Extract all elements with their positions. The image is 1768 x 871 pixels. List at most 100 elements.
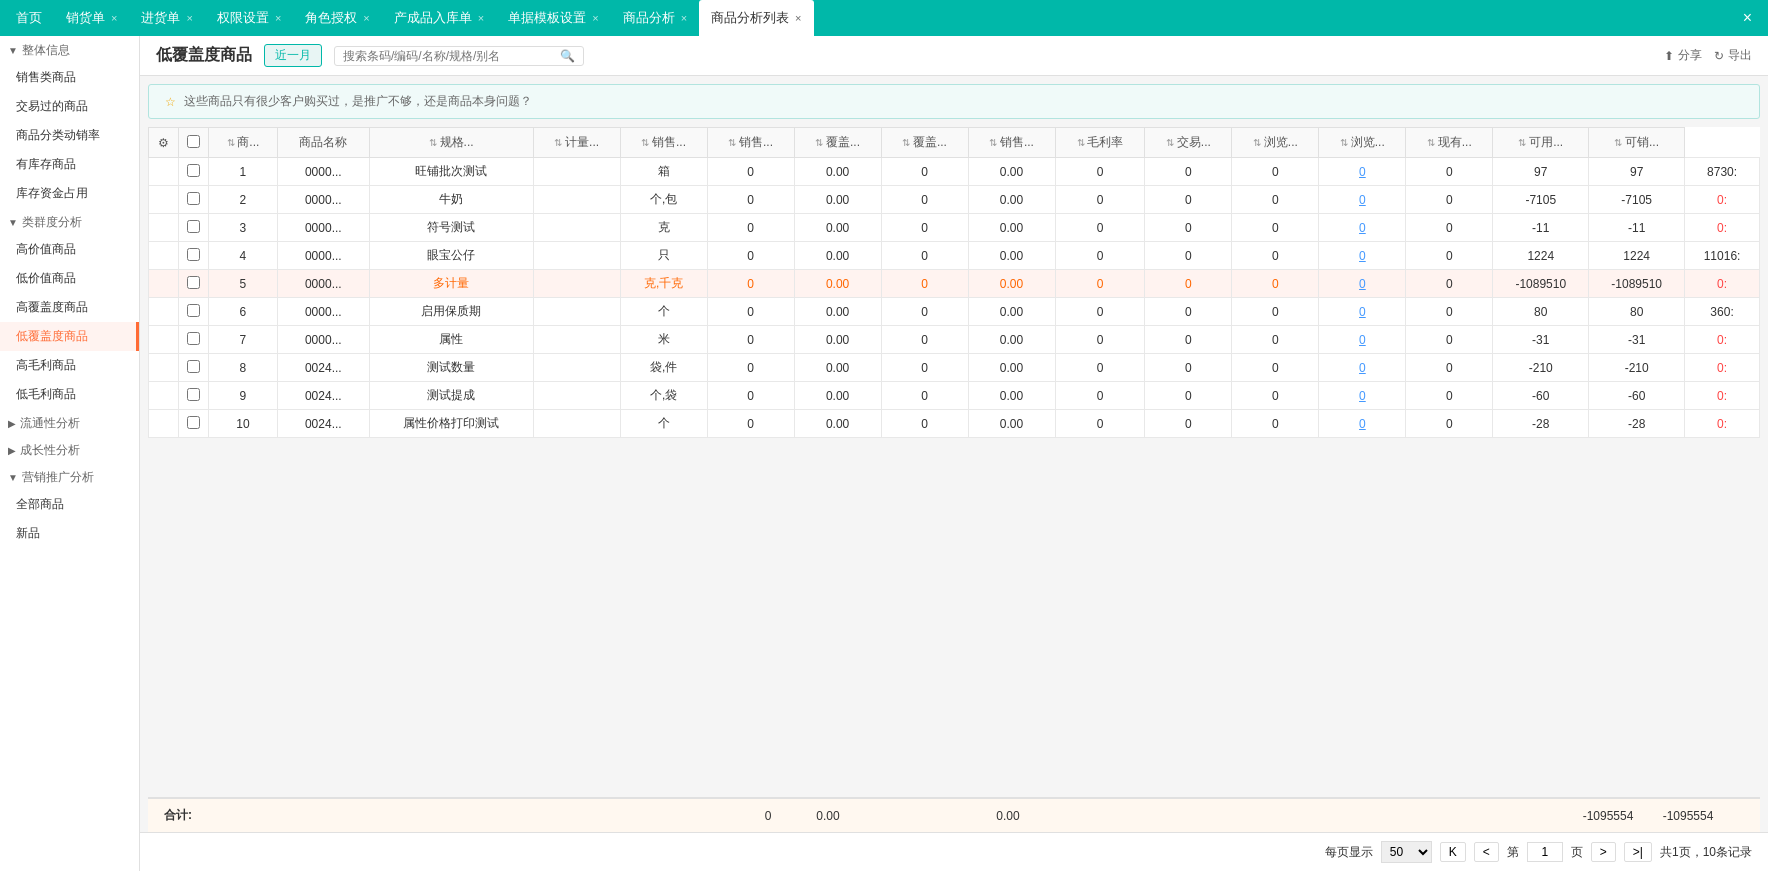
sidebar-item-sales-products[interactable]: 销售类商品 [0,63,139,92]
select-all-checkbox[interactable] [187,135,200,148]
col-name-header[interactable]: 商品名称 [277,128,369,158]
col-gross-margin-header[interactable]: 毛利率 [1055,128,1145,158]
row-checkbox[interactable] [187,304,200,317]
cell-checkbox[interactable] [179,242,209,270]
sidebar-group-circulation[interactable]: ▶ 流通性分析 [0,409,139,436]
col-sales-qty-header[interactable]: 销售... [620,128,707,158]
nav-purchase-order[interactable]: 进货单 × [129,0,204,36]
nav-close-icon[interactable]: × [681,0,687,36]
filter-period-button[interactable]: 近一月 [264,44,322,67]
browse-link[interactable]: 0 [1359,221,1366,235]
browse-link[interactable]: 0 [1359,277,1366,291]
search-icon[interactable]: 🔍 [560,49,575,63]
cell-checkbox[interactable] [179,298,209,326]
nav-template-settings[interactable]: 单据模板设置 × [496,0,610,36]
nav-permission-settings[interactable]: 权限设置 × [205,0,293,36]
nav-close-icon[interactable]: × [186,0,192,36]
sidebar-group-growth[interactable]: ▶ 成长性分析 [0,436,139,463]
row-checkbox[interactable] [187,332,200,345]
nav-close-icon[interactable]: × [275,0,281,36]
cell-checkbox[interactable] [179,326,209,354]
cell-checkbox[interactable] [179,410,209,438]
cell-browse1[interactable]: 0 [1319,242,1406,270]
row-checkbox[interactable] [187,416,200,429]
sidebar-group-cluster[interactable]: ▼ 类群度分析 [0,208,139,235]
cell-browse1[interactable]: 0 [1319,410,1406,438]
col-coverage2-header[interactable]: 覆盖... [881,128,968,158]
nav-product-inbound[interactable]: 产成品入库单 × [382,0,496,36]
col-coverage1-header[interactable]: 覆盖... [794,128,881,158]
nav-close-icon[interactable]: × [478,0,484,36]
row-checkbox[interactable] [187,192,200,205]
sidebar-item-low-coverage[interactable]: 低覆盖度商品 [0,322,139,351]
row-checkbox[interactable] [187,248,200,261]
col-sales-amt-header[interactable]: 销售... [707,128,794,158]
sidebar-item-new-products[interactable]: 新品 [0,519,139,548]
row-checkbox[interactable] [187,360,200,373]
row-checkbox[interactable] [187,276,200,289]
share-button[interactable]: ⬆ 分享 [1664,47,1702,64]
cell-checkbox[interactable] [179,158,209,186]
col-code-header[interactable]: 商... [209,128,278,158]
sidebar-item-traded-products[interactable]: 交易过的商品 [0,92,139,121]
per-page-select[interactable]: 50 20 100 [1381,841,1432,863]
col-sales-data-header[interactable]: 销售... [968,128,1055,158]
col-current-stock-header[interactable]: 现有... [1406,128,1493,158]
export-button[interactable]: ↻ 导出 [1714,47,1752,64]
col-transaction-header[interactable]: 交易... [1145,128,1232,158]
sidebar-item-high-margin[interactable]: 高毛利商品 [0,351,139,380]
cell-checkbox[interactable] [179,382,209,410]
cell-browse1[interactable]: 0 [1319,214,1406,242]
nav-close-active-icon[interactable]: × [795,0,801,36]
browse-link[interactable]: 0 [1359,193,1366,207]
prev-page-button[interactable]: < [1474,842,1499,862]
cell-checkbox[interactable] [179,186,209,214]
browse-link[interactable]: 0 [1359,165,1366,179]
last-page-button[interactable]: >| [1624,842,1652,862]
sidebar-item-stocked-products[interactable]: 有库存商品 [0,150,139,179]
cell-browse1[interactable]: 0 [1319,354,1406,382]
page-number-input[interactable] [1527,842,1563,862]
cell-checkbox[interactable] [179,354,209,382]
nav-close-icon[interactable]: × [363,0,369,36]
browse-link[interactable]: 0 [1359,361,1366,375]
browse-link[interactable]: 0 [1359,389,1366,403]
nav-close-icon[interactable]: × [592,0,598,36]
first-page-button[interactable]: K [1440,842,1466,862]
row-checkbox[interactable] [187,164,200,177]
cell-checkbox[interactable] [179,270,209,298]
sidebar-item-low-margin[interactable]: 低毛利商品 [0,380,139,409]
row-checkbox[interactable] [187,220,200,233]
sidebar-group-overall[interactable]: ▼ 整体信息 [0,36,139,63]
col-unit-header[interactable]: 计量... [533,128,620,158]
cell-browse1[interactable]: 0 [1319,298,1406,326]
browse-link[interactable]: 0 [1359,417,1366,431]
sidebar-item-high-coverage[interactable]: 高覆盖度商品 [0,293,139,322]
table-wrapper[interactable]: ⚙ 商... 商品名称 规格... 计量... 销售... 销售... 覆盖..… [148,127,1760,797]
nav-sales-order[interactable]: 销货单 × [54,0,129,36]
search-input[interactable] [343,49,560,63]
sidebar-group-marketing[interactable]: ▼ 营销推广分析 [0,463,139,490]
sidebar-item-low-value[interactable]: 低价值商品 [0,264,139,293]
sidebar-item-stock-capital[interactable]: 库存资金占用 [0,179,139,208]
cell-browse1[interactable]: 0 [1319,382,1406,410]
sidebar-item-category-sales-rate[interactable]: 商品分类动销率 [0,121,139,150]
col-browse1-header[interactable]: 浏览... [1232,128,1319,158]
col-settings-header[interactable]: ⚙ [149,128,179,158]
window-close-button[interactable]: × [1731,9,1764,27]
nav-product-analysis-list[interactable]: 商品分析列表 × [699,0,813,36]
cell-browse1[interactable]: 0 [1319,158,1406,186]
col-saleable-header[interactable]: 可销... [1589,128,1685,158]
col-checkbox-header[interactable] [179,128,209,158]
nav-home[interactable]: 首页 [4,0,54,36]
sidebar-item-all-products[interactable]: 全部商品 [0,490,139,519]
row-checkbox[interactable] [187,388,200,401]
browse-link[interactable]: 0 [1359,249,1366,263]
next-page-button[interactable]: > [1591,842,1616,862]
cell-browse1[interactable]: 0 [1319,186,1406,214]
col-spec-header[interactable]: 规格... [369,128,533,158]
nav-product-analysis[interactable]: 商品分析 × [611,0,699,36]
browse-link[interactable]: 0 [1359,305,1366,319]
nav-close-icon[interactable]: × [111,0,117,36]
cell-browse1[interactable]: 0 [1319,326,1406,354]
